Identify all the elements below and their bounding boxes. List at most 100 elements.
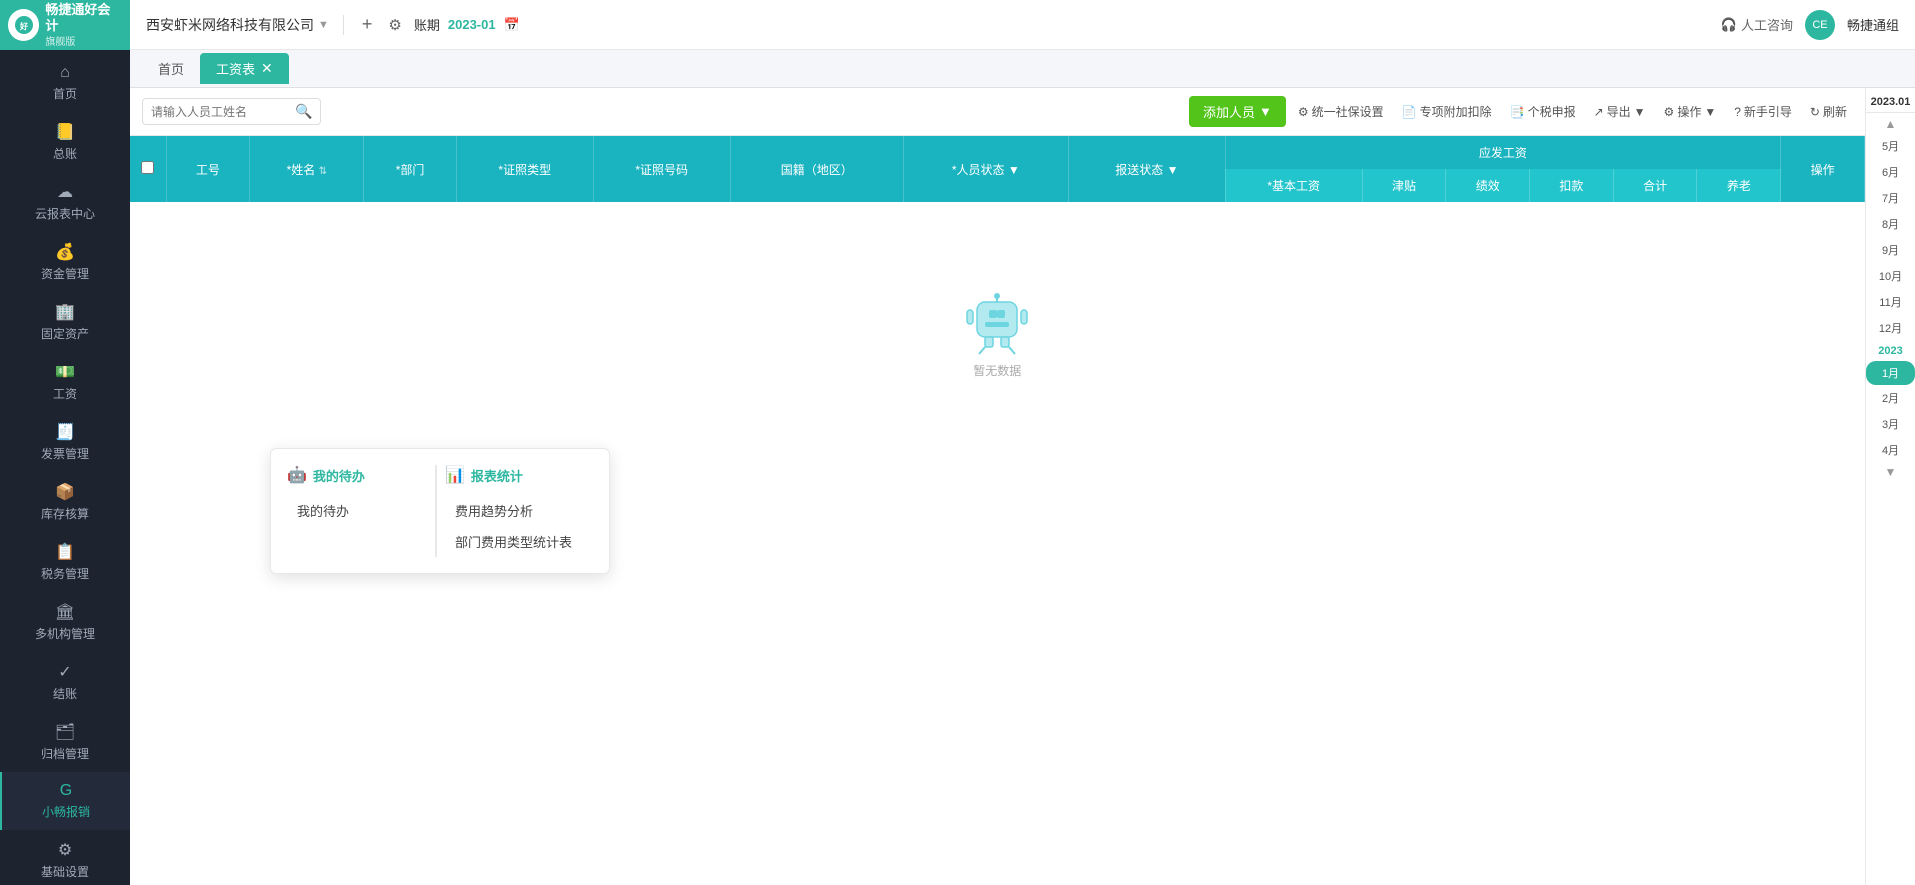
timeline-month-10[interactable]: 10月 bbox=[1866, 263, 1915, 289]
sort-icon-name: ⇅ bbox=[319, 166, 327, 177]
sidebar-item-tax[interactable]: 📋 税务管理 bbox=[0, 532, 130, 592]
timeline-month-11[interactable]: 11月 bbox=[1866, 289, 1915, 315]
th-name[interactable]: *姓名 ⇅ bbox=[250, 136, 364, 202]
sidebar-item-xiao-chang[interactable]: G 小畅报销 bbox=[0, 772, 130, 830]
company-dropdown-arrow: ▼ bbox=[318, 19, 329, 31]
sidebar-item-inventory[interactable]: 📦 库存核算 bbox=[0, 472, 130, 532]
ledger-icon: 📒 bbox=[55, 122, 75, 142]
th-id-type: *证照类型 bbox=[456, 136, 593, 202]
timeline-month-9[interactable]: 9月 bbox=[1866, 237, 1915, 263]
th-performance: 绩效 bbox=[1446, 169, 1530, 202]
refresh-icon: ↻ bbox=[1810, 105, 1820, 119]
sidebar-item-invoice[interactable]: 🧾 发票管理 bbox=[0, 412, 130, 472]
sidebar-item-settlement[interactable]: ✓ 结账 bbox=[0, 652, 130, 712]
th-basic-salary: *基本工资 bbox=[1225, 169, 1362, 202]
new-guide-icon: ? bbox=[1734, 105, 1741, 119]
app-title: 畅捷通好会计 bbox=[45, 2, 122, 33]
social-insurance-icon: ⚙ bbox=[1298, 105, 1309, 119]
timeline-month-5[interactable]: 5月 bbox=[1866, 133, 1915, 159]
tab-salary[interactable]: 工资表 ✕ bbox=[200, 53, 289, 84]
timeline-header: 2023.01 bbox=[1866, 92, 1915, 113]
sidebar-item-salary[interactable]: 💵 工资 bbox=[0, 352, 130, 412]
timeline-month-12[interactable]: 12月 bbox=[1866, 315, 1915, 341]
operation-button[interactable]: ⚙ 操作 ▼ bbox=[1658, 99, 1723, 124]
period-label: 账期 bbox=[414, 15, 440, 34]
company-selector[interactable]: 西安虾米网络科技有限公司 ▼ bbox=[146, 15, 329, 35]
popup-columns: 🤖 我的待办 我的待办 📊 报表统计 费用趋势分析 bbox=[287, 465, 593, 557]
social-insurance-button[interactable]: ⚙ 统一社保设置 bbox=[1292, 99, 1390, 124]
th-salary-group: 应发工资 bbox=[1225, 136, 1781, 169]
timeline-month-4[interactable]: 4月 bbox=[1866, 437, 1915, 463]
sidebar-item-basic-settings[interactable]: ⚙ 基础设置 bbox=[0, 830, 130, 885]
th-pension: 养老 bbox=[1697, 169, 1781, 202]
cloud-icon: ☁ bbox=[57, 182, 73, 202]
th-id-number: *证照号码 bbox=[593, 136, 730, 202]
popup-overlay: 🤖 我的待办 我的待办 📊 报表统计 费用趋势分析 bbox=[270, 448, 610, 574]
company-name: 西安虾米网络科技有限公司 bbox=[146, 15, 314, 35]
new-guide-toolbar-button[interactable]: ? 新手引导 bbox=[1728, 99, 1798, 124]
timeline-month-2[interactable]: 2月 bbox=[1866, 385, 1915, 411]
fund-icon: 💰 bbox=[55, 242, 75, 262]
popup-item-dept-stats[interactable]: 部门费用类型统计表 bbox=[445, 526, 593, 557]
topbar-right: 🎧 人工咨询 CE 畅捷通组 bbox=[1721, 10, 1899, 40]
th-status[interactable]: *人员状态 ▼ bbox=[903, 136, 1068, 202]
timeline-month-1[interactable]: 1月 bbox=[1866, 361, 1915, 385]
th-number[interactable]: 工号 bbox=[166, 136, 250, 202]
special-deduction-button[interactable]: 📄 专项附加扣除 bbox=[1396, 99, 1498, 124]
toolbar: 🔍 添加人员 ▼ ⚙ 统一社保设置 📄 专项附加扣除 bbox=[130, 88, 1865, 136]
add-person-button[interactable]: 添加人员 ▼ bbox=[1189, 96, 1286, 127]
popup-todo-header: 🤖 我的待办 bbox=[287, 465, 435, 485]
sidebar-item-home[interactable]: ⌂ 首页 bbox=[0, 54, 130, 112]
sidebar-nav: ⌂ 首页 📒 总账 ☁ 云报表中心 💰 资金管理 🏢 固定资产 💵 工资 🧾 发… bbox=[0, 50, 130, 885]
popup-item-trend[interactable]: 费用趋势分析 bbox=[445, 495, 593, 526]
todo-icon: 🤖 bbox=[287, 465, 307, 485]
sidebar-item-fund[interactable]: 💰 资金管理 bbox=[0, 232, 130, 292]
refresh-button[interactable]: ↻ 刷新 bbox=[1804, 99, 1853, 124]
timeline-up-arrow[interactable]: ▲ bbox=[1883, 115, 1899, 133]
timeline-down-arrow[interactable]: ▼ bbox=[1883, 463, 1899, 481]
invoice-icon: 🧾 bbox=[55, 422, 75, 442]
calendar-icon[interactable]: 📅 bbox=[504, 17, 520, 33]
popup-col-report: 📊 报表统计 费用趋势分析 部门费用类型统计表 bbox=[436, 465, 593, 557]
sidebar-item-fixed-asset[interactable]: 🏢 固定资产 bbox=[0, 292, 130, 352]
th-total: 合计 bbox=[1613, 169, 1697, 202]
app-sub: 旗舰版 bbox=[45, 33, 122, 48]
timeline-month-7[interactable]: 7月 bbox=[1866, 185, 1915, 211]
headset-icon: 🎧 bbox=[1721, 17, 1737, 33]
timeline-month-6[interactable]: 6月 bbox=[1866, 159, 1915, 185]
service-button[interactable]: 🎧 人工咨询 bbox=[1721, 15, 1793, 34]
search-input[interactable] bbox=[151, 105, 291, 119]
sidebar-item-ledger[interactable]: 📒 总账 bbox=[0, 112, 130, 172]
popup-item-my-todo[interactable]: 我的待办 bbox=[287, 495, 435, 526]
topbar: 西安虾米网络科技有限公司 ▼ + ⚙ 账期 2023-01 📅 🎧 人工咨询 C… bbox=[130, 0, 1915, 50]
report-title: 报表统计 bbox=[471, 466, 523, 485]
search-icon[interactable]: 🔍 bbox=[295, 103, 312, 120]
personal-tax-button[interactable]: 📑 个税申报 bbox=[1504, 99, 1582, 124]
tab-close-button[interactable]: ✕ bbox=[261, 60, 273, 77]
select-all-checkbox[interactable] bbox=[141, 161, 154, 174]
timeline-month-3[interactable]: 3月 bbox=[1866, 411, 1915, 437]
popup-report-header: 📊 报表统计 bbox=[445, 465, 593, 485]
settlement-icon: ✓ bbox=[58, 662, 71, 682]
salary-icon: 💵 bbox=[55, 362, 75, 382]
tab-home[interactable]: 首页 bbox=[142, 53, 200, 84]
sidebar-item-cloud-report[interactable]: ☁ 云报表中心 bbox=[0, 172, 130, 232]
multi-org-icon: 🏛 bbox=[55, 602, 75, 622]
content-area: 🔍 添加人员 ▼ ⚙ 统一社保设置 📄 专项附加扣除 bbox=[130, 88, 1915, 885]
operation-arrow-icon: ▼ bbox=[1704, 105, 1716, 119]
popup-col-todo: 🤖 我的待办 我的待办 bbox=[287, 465, 435, 557]
checkbox-header bbox=[130, 136, 166, 202]
sidebar-item-archive[interactable]: 🗂 归档管理 bbox=[0, 712, 130, 772]
timeline-month-8[interactable]: 8月 bbox=[1866, 211, 1915, 237]
export-arrow-icon: ▼ bbox=[1634, 105, 1646, 119]
report-icon: 📊 bbox=[445, 465, 465, 485]
logo-icon: 好 bbox=[8, 9, 39, 41]
tabs-bar: 首页 工资表 ✕ bbox=[130, 50, 1915, 88]
sidebar-item-multi-org[interactable]: 🏛 多机构管理 bbox=[0, 592, 130, 652]
add-company-button[interactable]: + bbox=[358, 10, 377, 39]
period-value: 2023-01 bbox=[448, 17, 496, 32]
settings-button[interactable]: ⚙ bbox=[384, 12, 405, 38]
export-button[interactable]: ↗ 导出 ▼ bbox=[1588, 99, 1652, 124]
th-report-status[interactable]: 报送状态 ▼ bbox=[1069, 136, 1226, 202]
timeline-year-2023: 2023 bbox=[1876, 341, 1904, 361]
